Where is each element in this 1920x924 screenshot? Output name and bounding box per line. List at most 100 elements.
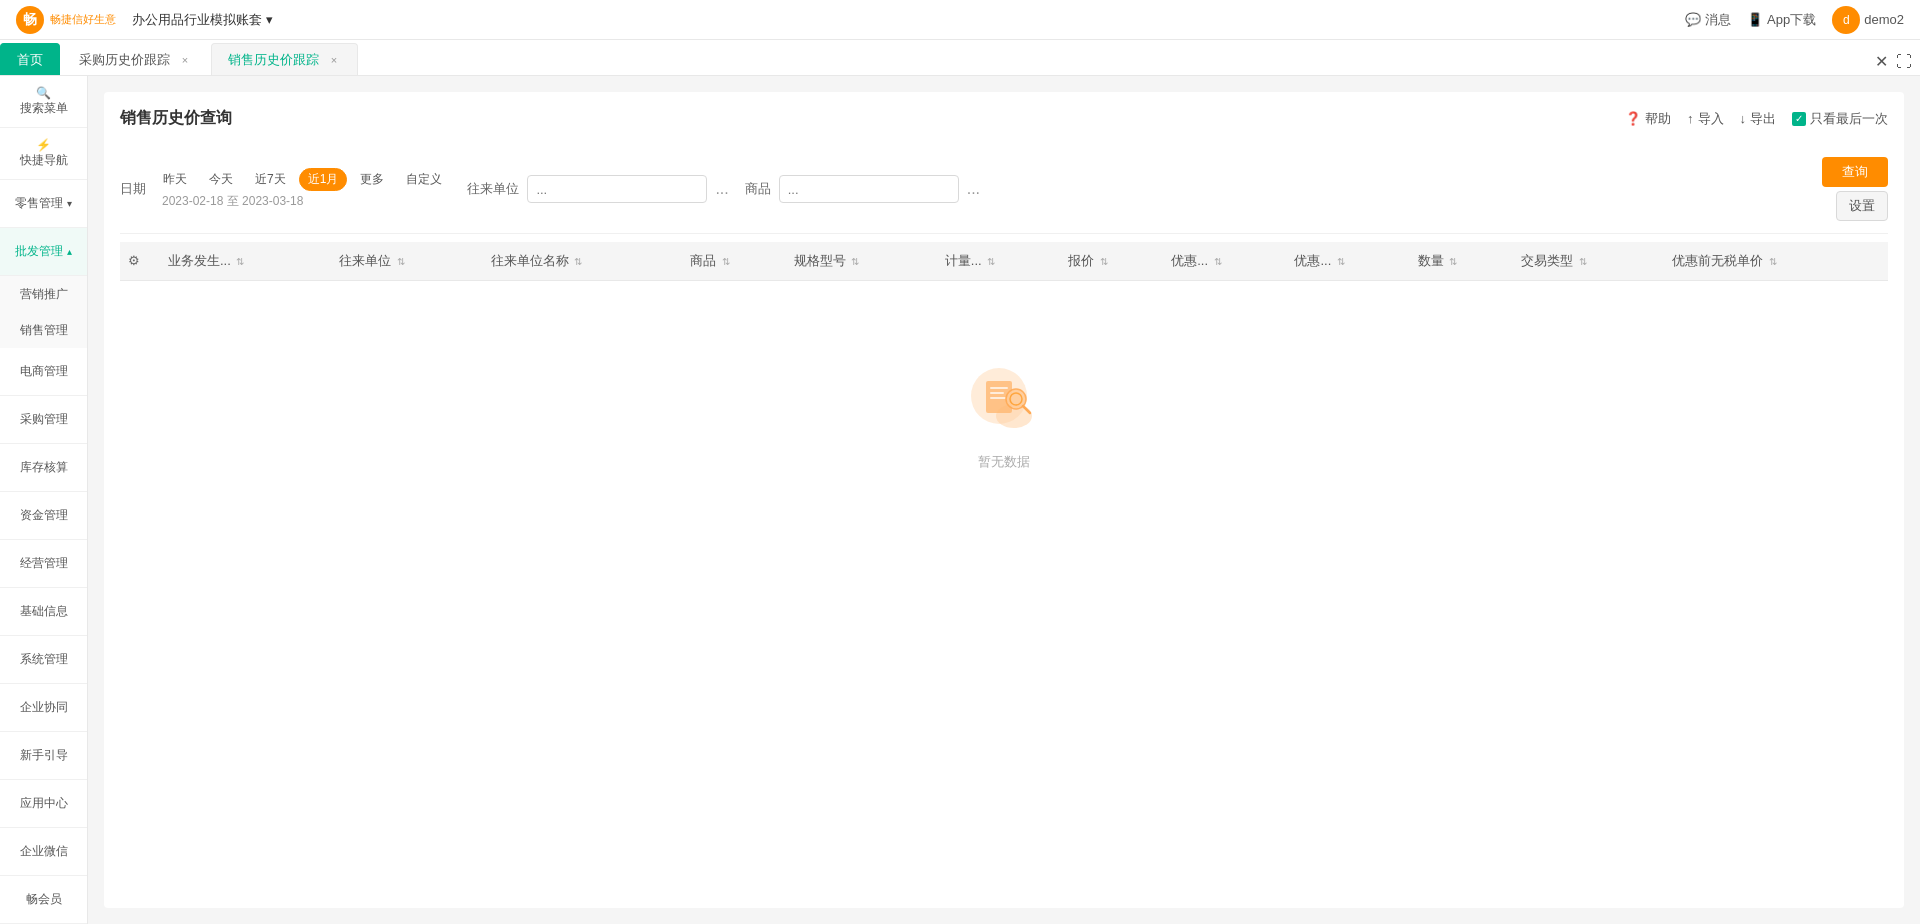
sidebar-item-ops[interactable]: 经营管理 [0,540,87,588]
date-btn-custom[interactable]: 自定义 [397,168,451,191]
sort-icon-biz-date: ⇅ [236,256,244,267]
sort-icon-partner-name: ⇅ [574,256,582,267]
col-unit[interactable]: 计量... ⇅ [937,242,1060,280]
close-tab-action[interactable]: ✕ [1875,52,1888,71]
tab-bar-actions: ✕ ⛶ [1875,52,1920,75]
sort-icon-spec: ⇅ [851,256,859,267]
col-spec[interactable]: 规格型号 ⇅ [786,242,937,280]
date-options-row: 昨天 今天 近7天 近1月 更多 自定义 [154,168,451,191]
tab-home-label: 首页 [17,51,43,69]
sidebar-item-app-center[interactable]: 应用中心 [0,780,87,828]
search-icon: 🔍 [36,86,51,100]
sidebar-item-ecommerce[interactable]: 电商管理 [0,348,87,396]
help-icon: ❓ [1625,111,1641,126]
logo-area: 畅 畅捷信好生意 [16,6,116,34]
filter-settings-button[interactable]: 设置 [1836,191,1888,221]
sidebar-item-search-menu[interactable]: 🔍 搜索菜单 [0,76,87,128]
tab-sales-history[interactable]: 销售历史价跟踪 × [211,43,358,75]
partner-filter-input[interactable] [527,175,707,203]
export-button[interactable]: ↓ 导出 [1740,110,1777,128]
sidebar-item-wholesale-mgmt[interactable]: 批发管理 ▴ [0,228,87,276]
col-quantity[interactable]: 数量 ⇅ [1410,242,1513,280]
date-btn-more[interactable]: 更多 [351,168,393,191]
export-icon: ↓ [1740,111,1747,126]
date-filter-options: 昨天 今天 近7天 近1月 更多 自定义 2023-02-18 至 2023-0… [154,168,451,210]
col-biz-date[interactable]: 业务发生... ⇅ [160,242,331,280]
tab-bar: 首页 采购历史价跟踪 × 销售历史价跟踪 × ✕ ⛶ [0,40,1920,76]
col-settings: ⚙ [120,242,160,280]
only-last-label: 只看最后一次 [1810,110,1888,128]
col-discount1[interactable]: 优惠... ⇅ [1163,242,1286,280]
col-product[interactable]: 商品 ⇅ [682,242,785,280]
app-selector-label: 办公用品行业模拟账套 [132,11,262,29]
date-filter-group: 日期 昨天 今天 近7天 近1月 更多 自定义 2023-02-18 至 202… [120,168,451,210]
sidebar-enterprise-wechat-label: 企业微信 [20,843,68,860]
chevron-up-icon: ▴ [67,246,72,257]
sidebar-item-sales-mgmt[interactable]: 销售管理 [0,312,87,348]
chevron-down-icon: ▾ [266,12,273,27]
only-last-checkbox[interactable]: ✓ 只看最后一次 [1792,110,1888,128]
date-btn-1month[interactable]: 近1月 [299,168,348,191]
sidebar-item-quick-nav[interactable]: ⚡ 快捷导航 [0,128,87,180]
sidebar-item-enterprise-collab[interactable]: 企业协同 [0,684,87,732]
sidebar-purchase-label: 采购管理 [20,411,68,428]
sidebar-item-retail-mgmt[interactable]: 零售管理 ▾ [0,180,87,228]
sidebar-quick-nav-label: 快捷导航 [20,152,68,169]
sidebar-item-enterprise-wechat[interactable]: 企业微信 [0,828,87,876]
logo-text: 畅捷信好生意 [50,13,116,26]
tab-sales-history-close[interactable]: × [327,53,341,67]
download-icon: 📱 [1747,12,1763,27]
col-partner-name[interactable]: 往来单位名称 ⇅ [483,242,683,280]
help-label: 帮助 [1645,110,1671,128]
sidebar-item-purchase[interactable]: 采购管理 [0,396,87,444]
sidebar-item-basic-info[interactable]: 基础信息 [0,588,87,636]
table-header-row: ⚙ 业务发生... ⇅ 往来单位 ⇅ 往来单位名称 ⇅ [120,242,1888,280]
tab-purchase-history[interactable]: 采购历史价跟踪 × [62,43,209,75]
fullscreen-action[interactable]: ⛶ [1896,53,1912,71]
svg-rect-3 [990,387,1008,389]
date-btn-today[interactable]: 今天 [200,168,242,191]
partner-filter-dots[interactable]: ... [715,180,728,198]
page-actions: ❓ 帮助 ↑ 导入 ↓ 导出 ✓ 只看最后一次 [1625,110,1888,128]
col-unit-label: 计量... [945,253,982,268]
sidebar-item-new-guide[interactable]: 新手引导 [0,732,87,780]
sort-icon-discount1: ⇅ [1214,256,1222,267]
sidebar-item-finance[interactable]: 资金管理 [0,492,87,540]
message-button[interactable]: 💬 消息 [1685,11,1731,29]
col-quote[interactable]: 报价 ⇅ [1060,242,1163,280]
product-filter-label: 商品 [745,180,771,198]
page-container: 销售历史价查询 ❓ 帮助 ↑ 导入 ↓ 导出 ✓ [104,92,1904,908]
sidebar-item-member[interactable]: 畅会员 [0,876,87,924]
date-btn-yesterday[interactable]: 昨天 [154,168,196,191]
partner-filter-label: 往来单位 [467,180,519,198]
sidebar-item-marketing[interactable]: 营销推广 [0,276,87,312]
product-filter-input[interactable] [779,175,959,203]
app-selector[interactable]: 办公用品行业模拟账套 ▾ [124,7,281,33]
app-download-button[interactable]: 📱 App下载 [1747,11,1816,29]
tab-purchase-history-close[interactable]: × [178,53,192,67]
date-btn-7days[interactable]: 近7天 [246,168,295,191]
user-name: demo2 [1864,12,1904,27]
col-quantity-label: 数量 [1418,253,1444,268]
top-header: 畅 畅捷信好生意 办公用品行业模拟账套 ▾ 💬 消息 📱 App下载 d dem… [0,0,1920,40]
logo-icon: 畅 [16,6,44,34]
col-partner-code[interactable]: 往来单位 ⇅ [331,242,482,280]
user-avatar: d [1832,6,1860,34]
col-pre-tax-price[interactable]: 优惠前无税单价 ⇅ [1664,242,1888,280]
table-gear-icon[interactable]: ⚙ [128,253,140,268]
col-discount2[interactable]: 优惠... ⇅ [1286,242,1409,280]
tab-home[interactable]: 首页 [0,43,60,75]
user-menu[interactable]: d demo2 [1832,6,1904,34]
sidebar-item-system[interactable]: 系统管理 [0,636,87,684]
sort-icon-pre-tax-price: ⇅ [1769,256,1777,267]
sidebar-item-inventory[interactable]: 库存核算 [0,444,87,492]
sidebar-member-label: 畅会员 [26,891,62,908]
message-label: 消息 [1705,11,1731,29]
page-title: 销售历史价查询 [120,108,232,129]
col-pre-tax-price-label: 优惠前无税单价 [1672,253,1763,268]
import-button[interactable]: ↑ 导入 [1687,110,1724,128]
help-button[interactable]: ❓ 帮助 [1625,110,1671,128]
search-button[interactable]: 查询 [1822,157,1888,187]
col-trade-type[interactable]: 交易类型 ⇅ [1513,242,1664,280]
product-filter-dots[interactable]: ... [967,180,980,198]
